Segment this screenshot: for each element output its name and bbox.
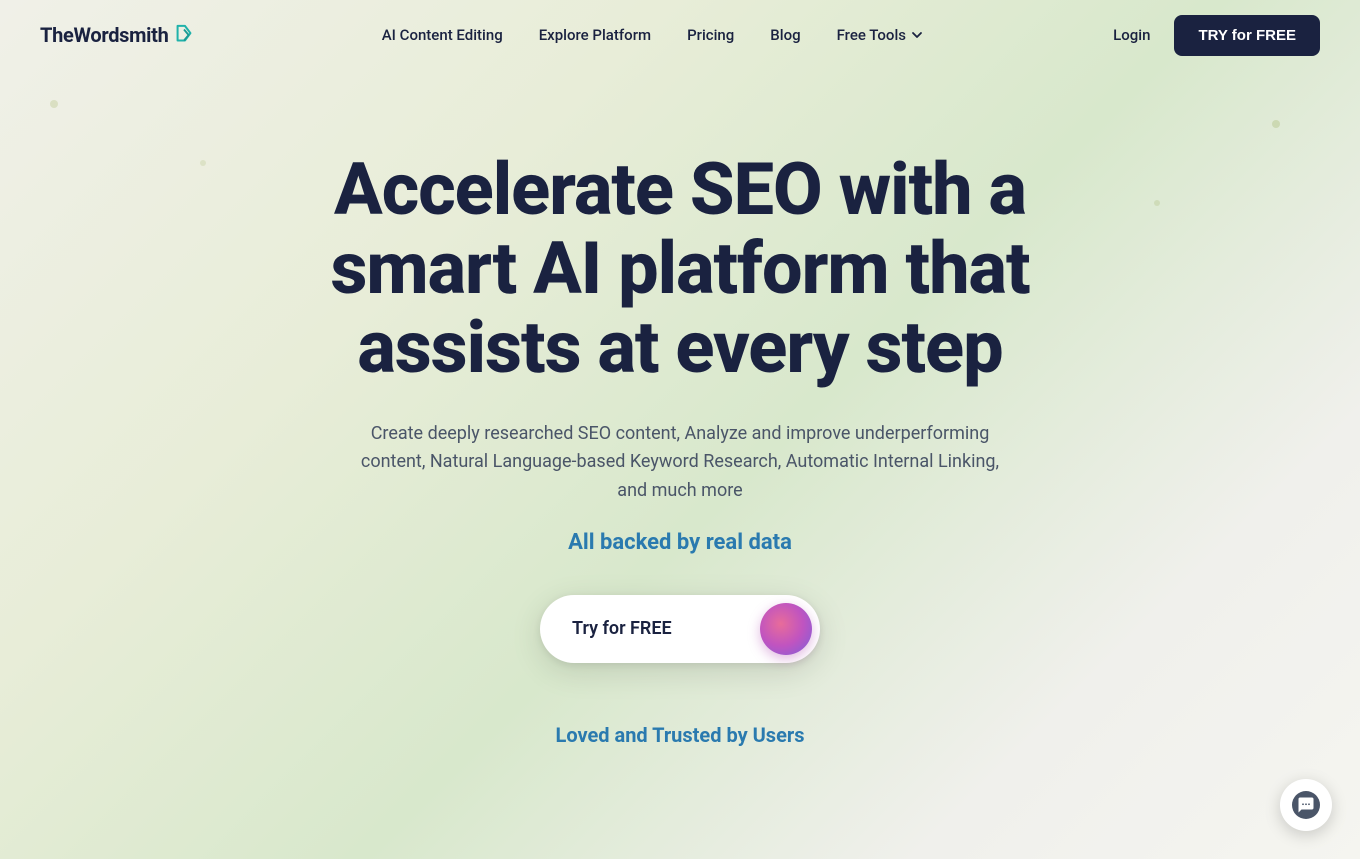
nav-item-pricing[interactable]: Pricing bbox=[687, 26, 734, 44]
nav-right: Login TRY for FREE bbox=[1113, 15, 1320, 56]
hero-section: Accelerate SEO with a smart AI platform … bbox=[0, 70, 1360, 787]
navbar: TheWordsmith AI Content Editing Explore … bbox=[0, 0, 1360, 70]
nav-item-ai-content[interactable]: AI Content Editing bbox=[382, 26, 503, 44]
logo[interactable]: TheWordsmith bbox=[40, 23, 193, 47]
logo-icon bbox=[175, 24, 193, 46]
nav-item-free-tools[interactable]: Free Tools bbox=[837, 26, 924, 44]
nav-item-blog[interactable]: Blog bbox=[770, 26, 800, 44]
chat-support-button[interactable] bbox=[1280, 779, 1332, 831]
try-free-button[interactable]: TRY for FREE bbox=[1174, 15, 1320, 56]
cta-pill-label: Try for FREE bbox=[572, 618, 672, 639]
cta-container: Try for FREE bbox=[540, 595, 820, 663]
login-link[interactable]: Login bbox=[1113, 26, 1150, 44]
logo-text: TheWordsmith bbox=[40, 23, 169, 47]
cta-pill-circle bbox=[760, 603, 812, 655]
nav-links: AI Content Editing Explore Platform Pric… bbox=[382, 26, 924, 44]
chat-icon bbox=[1292, 791, 1320, 819]
loved-by-text: Loved and Trusted by Users bbox=[556, 723, 805, 747]
hero-title: Accelerate SEO with a smart AI platform … bbox=[330, 150, 1029, 388]
hero-backed-text: All backed by real data bbox=[568, 530, 792, 555]
cta-pill-button[interactable]: Try for FREE bbox=[540, 595, 820, 663]
nav-item-explore[interactable]: Explore Platform bbox=[539, 26, 651, 44]
hero-subtitle: Create deeply researched SEO content, An… bbox=[360, 420, 1000, 506]
chevron-down-icon bbox=[910, 28, 924, 42]
